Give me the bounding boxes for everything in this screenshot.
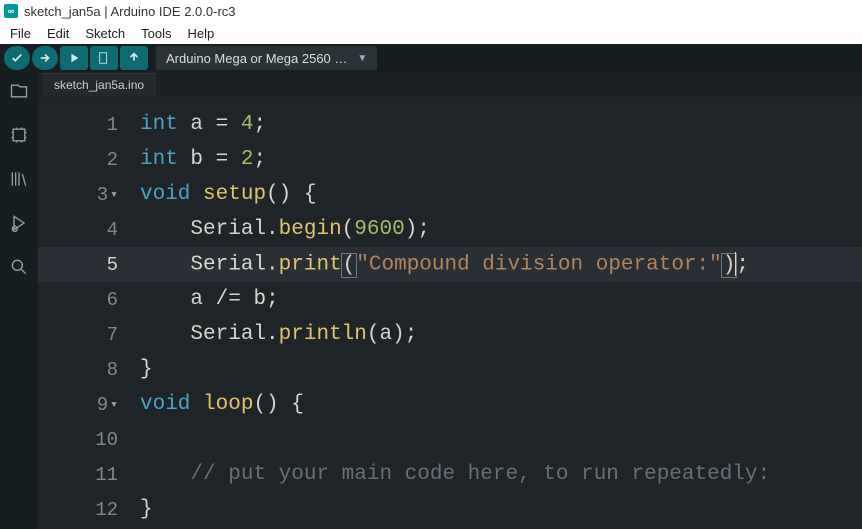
code-line[interactable]: 12} bbox=[38, 492, 862, 527]
code-text: int b = 2; bbox=[128, 148, 266, 171]
menubar: File Edit Sketch Tools Help bbox=[0, 22, 862, 44]
board-name: Arduino Mega or Mega 2560 … bbox=[166, 51, 347, 66]
code-text: int a = 4; bbox=[128, 113, 266, 136]
line-number: 8 bbox=[38, 359, 128, 381]
line-number: 11 bbox=[38, 464, 128, 486]
line-number: 5 bbox=[38, 254, 128, 276]
titlebar: ∞ sketch_jan5a | Arduino IDE 2.0.0-rc3 bbox=[0, 0, 862, 22]
toolbar: Arduino Mega or Mega 2560 … ▼ bbox=[0, 44, 862, 72]
line-number: 3▾ bbox=[38, 184, 128, 206]
line-number: 1 bbox=[38, 114, 128, 136]
new-sketch-button[interactable] bbox=[90, 46, 118, 70]
upload-button[interactable] bbox=[32, 46, 58, 70]
open-button[interactable] bbox=[120, 46, 148, 70]
fold-icon[interactable]: ▾ bbox=[110, 187, 118, 202]
line-number: 7 bbox=[38, 324, 128, 346]
code-text: // put your main code here, to run repea… bbox=[128, 463, 770, 486]
line-number: 12 bbox=[38, 499, 128, 521]
debug-icon[interactable] bbox=[6, 210, 32, 236]
menu-tools[interactable]: Tools bbox=[133, 24, 179, 43]
window-title: sketch_jan5a | Arduino IDE 2.0.0-rc3 bbox=[24, 4, 236, 19]
code-text: } bbox=[128, 358, 153, 381]
menu-file[interactable]: File bbox=[2, 24, 39, 43]
code-line[interactable]: 7 Serial.println(a); bbox=[38, 317, 862, 352]
code-text: a /= b; bbox=[128, 288, 279, 311]
code-line[interactable]: 2int b = 2; bbox=[38, 142, 862, 177]
verify-button[interactable] bbox=[4, 46, 30, 70]
code-line[interactable]: 5 Serial.print("Compound division operat… bbox=[38, 247, 862, 282]
menu-edit[interactable]: Edit bbox=[39, 24, 77, 43]
code-line[interactable]: 3▾void setup() { bbox=[38, 177, 862, 212]
library-icon[interactable] bbox=[6, 166, 32, 192]
menu-sketch[interactable]: Sketch bbox=[77, 24, 133, 43]
fold-icon[interactable]: ▾ bbox=[110, 397, 118, 412]
debug-button[interactable] bbox=[60, 46, 88, 70]
code-text: void setup() { bbox=[128, 183, 316, 206]
tab-bar: sketch_jan5a.ino bbox=[38, 72, 862, 97]
activity-bar bbox=[0, 72, 38, 529]
boards-icon[interactable] bbox=[6, 122, 32, 148]
line-number: 10 bbox=[38, 429, 128, 451]
file-tab[interactable]: sketch_jan5a.ino bbox=[42, 73, 156, 96]
code-line[interactable]: 1int a = 4; bbox=[38, 107, 862, 142]
code-editor[interactable]: 1int a = 4;2int b = 2;3▾void setup() {4 … bbox=[38, 97, 862, 529]
explorer-icon[interactable] bbox=[6, 78, 32, 104]
workspace: sketch_jan5a.ino 1int a = 4;2int b = 2;3… bbox=[0, 72, 862, 529]
search-icon[interactable] bbox=[6, 254, 32, 280]
line-number: 6 bbox=[38, 289, 128, 311]
code-text: } bbox=[128, 498, 153, 521]
code-line[interactable]: 4 Serial.begin(9600); bbox=[38, 212, 862, 247]
code-text: Serial.begin(9600); bbox=[128, 218, 430, 241]
code-text: Serial.print("Compound division operator… bbox=[128, 252, 749, 277]
code-line[interactable]: 10 bbox=[38, 422, 862, 457]
line-number: 9▾ bbox=[38, 394, 128, 416]
code-line[interactable]: 11 // put your main code here, to run re… bbox=[38, 457, 862, 492]
editor-area: sketch_jan5a.ino 1int a = 4;2int b = 2;3… bbox=[38, 72, 862, 529]
code-text: Serial.println(a); bbox=[128, 323, 417, 346]
code-line[interactable]: 9▾void loop() { bbox=[38, 387, 862, 422]
code-line[interactable]: 6 a /= b; bbox=[38, 282, 862, 317]
menu-help[interactable]: Help bbox=[179, 24, 222, 43]
chevron-down-icon: ▼ bbox=[357, 53, 367, 64]
line-number: 2 bbox=[38, 149, 128, 171]
arduino-logo-icon: ∞ bbox=[4, 4, 18, 18]
code-text: void loop() { bbox=[128, 393, 304, 416]
line-number: 4 bbox=[38, 219, 128, 241]
code-line[interactable]: 8} bbox=[38, 352, 862, 387]
board-selector[interactable]: Arduino Mega or Mega 2560 … ▼ bbox=[156, 46, 377, 70]
